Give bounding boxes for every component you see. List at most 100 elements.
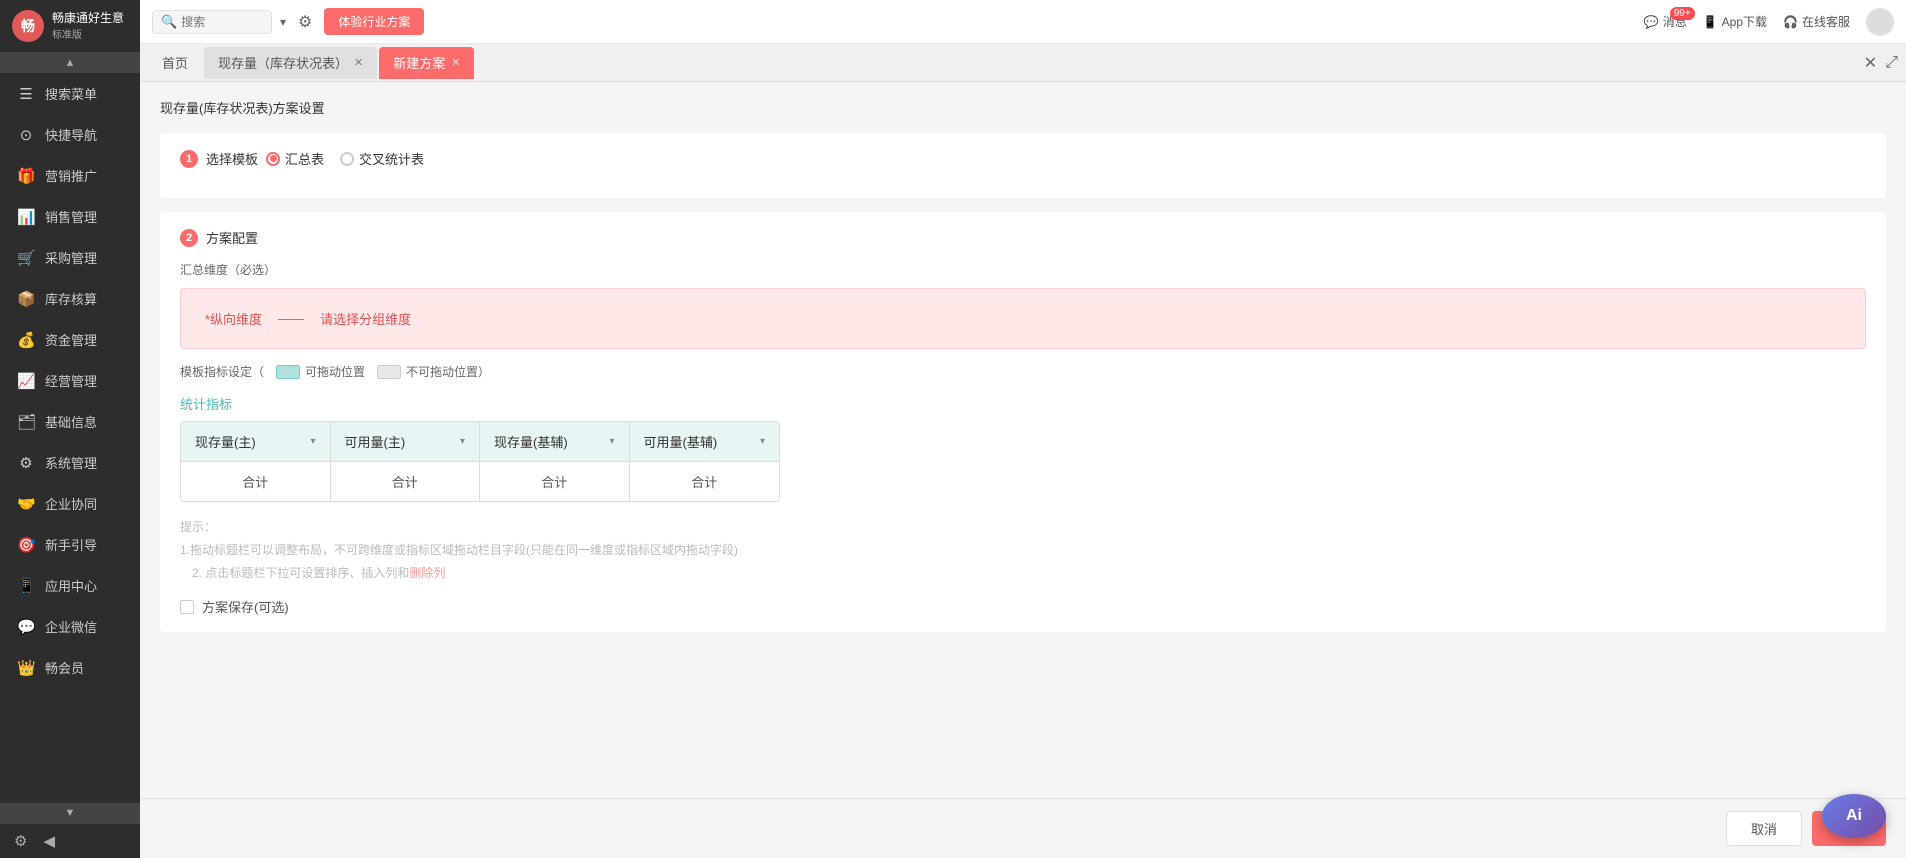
section1-header: 1 选择模板 汇总表 交叉统计表 xyxy=(180,149,1866,168)
system-icon: ⚙ xyxy=(17,454,35,472)
sidebar-item-inventory[interactable]: 📦 库存核算 xyxy=(0,278,140,319)
message-icon: 💬 xyxy=(1644,15,1659,29)
finance-icon: 💰 xyxy=(17,331,35,349)
topbar-dropdown[interactable]: ▾ xyxy=(280,15,286,29)
sidebar-item-system[interactable]: ⚙ 系统管理 xyxy=(0,442,140,483)
stats-table-body: 合计 合计 合计 合计 xyxy=(181,461,779,501)
sidebar-item-app-center[interactable]: 📱 应用中心 xyxy=(0,565,140,606)
footer-collapse-icon[interactable]: ◀ xyxy=(43,832,55,850)
fixed-block xyxy=(377,365,401,379)
sidebar-item-finance[interactable]: 💰 资金管理 xyxy=(0,319,140,360)
sidebar-item-quick-nav[interactable]: ⊙ 快捷导航 xyxy=(0,114,140,155)
radio-crosstab[interactable]: 交叉统计表 xyxy=(340,149,424,168)
sidebar-item-member[interactable]: 👑 畅会员 xyxy=(0,647,140,688)
save-option: 方案保存(可选) xyxy=(180,597,1866,616)
radio-summary-dot xyxy=(266,152,280,166)
ai-button[interactable]: Ai xyxy=(1822,794,1886,838)
customer-service-button[interactable]: 🎧 在线客服 xyxy=(1783,13,1850,30)
search-icon: 🔍 xyxy=(161,14,177,30)
enterprise-icon: 🤝 xyxy=(17,495,35,513)
col1-header[interactable]: 现存量(主) ▾ xyxy=(181,422,331,461)
app-download-button[interactable]: 📱 App下载 xyxy=(1703,13,1767,30)
page-content: 现存量(库存状况表)方案设置 1 选择模板 汇总表 交叉统计表 xyxy=(140,82,1906,798)
search-input[interactable] xyxy=(181,15,261,29)
footer-settings-icon[interactable]: ⚙ xyxy=(14,832,27,850)
movable-block xyxy=(276,365,300,379)
col2-header[interactable]: 可用量(主) ▾ xyxy=(331,422,481,461)
topbar-search[interactable]: 🔍 xyxy=(152,10,272,34)
sidebar-item-basic-info[interactable]: 🗂 基础信息 xyxy=(0,401,140,442)
col4-header[interactable]: 可用量(基辅) ▾ xyxy=(630,422,780,461)
aggregate-label: 汇总维度（必选） xyxy=(180,261,1866,278)
wechat-icon: 💬 xyxy=(17,618,35,636)
trial-button[interactable]: 体验行业方案 xyxy=(324,8,424,35)
indicator-prefix: 模板指标设定（ xyxy=(180,363,264,380)
sidebar-item-enterprise[interactable]: 🤝 企业协同 xyxy=(0,483,140,524)
template-radio-group: 汇总表 交叉统计表 xyxy=(266,149,424,168)
sales-icon: 📊 xyxy=(17,208,35,226)
radio-summary[interactable]: 汇总表 xyxy=(266,149,324,168)
member-icon: 👑 xyxy=(17,659,35,677)
movable-indicator: 可拖动位置 xyxy=(276,363,365,380)
col4-chevron: ▾ xyxy=(760,436,765,447)
dimension-required-label: *纵向维度 xyxy=(205,309,262,328)
radio-crosstab-dot xyxy=(340,152,354,166)
tip-item-2: 2. 点击标题栏下拉可设置排序、插入列和删除列 xyxy=(180,564,1866,583)
section-plan-config: 2 方案配置 汇总维度（必选） *纵向维度 —— 请选择分组维度 模板指标设定（ xyxy=(160,212,1886,632)
user-avatar[interactable] xyxy=(1866,8,1894,36)
sidebar-item-marketing[interactable]: 🎁 营销推广 xyxy=(0,155,140,196)
tab-home[interactable]: 首页 xyxy=(148,47,202,79)
sidebar-scroll-up[interactable]: ▲ xyxy=(0,53,140,73)
page-title: 现存量(库存状况表)方案设置 xyxy=(160,98,1886,117)
message-button[interactable]: 💬 消息 99+ xyxy=(1644,13,1687,30)
col3-header[interactable]: 现存量(基辅) ▾ xyxy=(480,422,630,461)
fixed-indicator: 不可拖动位置） xyxy=(377,363,490,380)
section2-title: 方案配置 xyxy=(206,228,258,247)
sidebar-item-wechat[interactable]: 💬 企业微信 xyxy=(0,606,140,647)
sidebar: 畅 畅康通好生意 标准版 ▲ ☰ 搜索菜单 ⊙ 快捷导航 🎁 营销推广 📊 销售… xyxy=(0,0,140,858)
download-icon: 📱 xyxy=(1703,15,1718,29)
tab-inventory-close[interactable]: ✕ xyxy=(354,56,363,69)
newbie-icon: 🎯 xyxy=(17,536,35,554)
logo-icon: 畅 xyxy=(12,10,44,42)
main-content: 🔍 ▾ ⚙ 体验行业方案 💬 消息 99+ 📱 App下载 🎧 在线客服 xyxy=(140,0,1906,858)
purchase-icon: 🛒 xyxy=(17,249,35,267)
tabbar-actions: ✕ ⤢ xyxy=(1864,53,1898,73)
logo-text: 畅康通好生意 标准版 xyxy=(52,11,124,42)
tab-expand-icon[interactable]: ⤢ xyxy=(1885,54,1898,72)
sidebar-item-sales[interactable]: 📊 销售管理 xyxy=(0,196,140,237)
tabbar: 首页 现存量（库存状况表） ✕ 新建方案 ✕ ✕ ⤢ xyxy=(140,44,1906,82)
chevron-down-icon: ▾ xyxy=(280,15,286,29)
sidebar-item-newbie[interactable]: 🎯 新手引导 xyxy=(0,524,140,565)
page-footer: 取消 查询 xyxy=(140,798,1906,858)
col2-chevron: ▾ xyxy=(460,436,465,447)
tab-inventory[interactable]: 现存量（库存状况表） ✕ xyxy=(204,47,377,79)
col4-summary: 合计 xyxy=(630,461,780,501)
col3-summary: 合计 xyxy=(480,461,630,501)
tab-close-icon[interactable]: ✕ xyxy=(1864,53,1877,73)
topbar-gear-icon[interactable]: ⚙ xyxy=(298,12,312,32)
save-checkbox[interactable] xyxy=(180,600,194,614)
cancel-button[interactable]: 取消 xyxy=(1726,811,1802,846)
sidebar-item-search[interactable]: ☰ 搜索菜单 xyxy=(0,73,140,114)
topbar: 🔍 ▾ ⚙ 体验行业方案 💬 消息 99+ 📱 App下载 🎧 在线客服 xyxy=(140,0,1906,44)
sidebar-logo: 畅 畅康通好生意 标准版 xyxy=(0,0,140,53)
sidebar-item-purchase[interactable]: 🛒 采购管理 xyxy=(0,237,140,278)
sidebar-scroll-down[interactable]: ▼ xyxy=(0,803,140,823)
dimension-dash: —— xyxy=(278,311,304,326)
section1-title: 选择模板 xyxy=(206,149,258,168)
col1-chevron: ▾ xyxy=(310,436,315,447)
topbar-right: 💬 消息 99+ 📱 App下载 🎧 在线客服 xyxy=(1644,8,1894,36)
dimension-box: *纵向维度 —— 请选择分组维度 xyxy=(180,288,1866,349)
tab-new-plan-close[interactable]: ✕ xyxy=(451,56,460,69)
tips-title: 提示： xyxy=(180,518,1866,535)
delete-col-link[interactable]: 删除列 xyxy=(409,566,445,580)
tab-new-plan[interactable]: 新建方案 ✕ xyxy=(379,47,474,79)
section-template: 1 选择模板 汇总表 交叉统计表 xyxy=(160,133,1886,198)
col3-chevron: ▾ xyxy=(609,436,614,447)
sidebar-item-operations[interactable]: 📈 经营管理 xyxy=(0,360,140,401)
indicator-row: 模板指标设定（ 可拖动位置 不可拖动位置） xyxy=(180,363,1866,380)
col2-summary: 合计 xyxy=(331,461,481,501)
section2-header: 2 方案配置 xyxy=(180,228,1866,247)
quick-nav-icon: ⊙ xyxy=(17,126,35,144)
